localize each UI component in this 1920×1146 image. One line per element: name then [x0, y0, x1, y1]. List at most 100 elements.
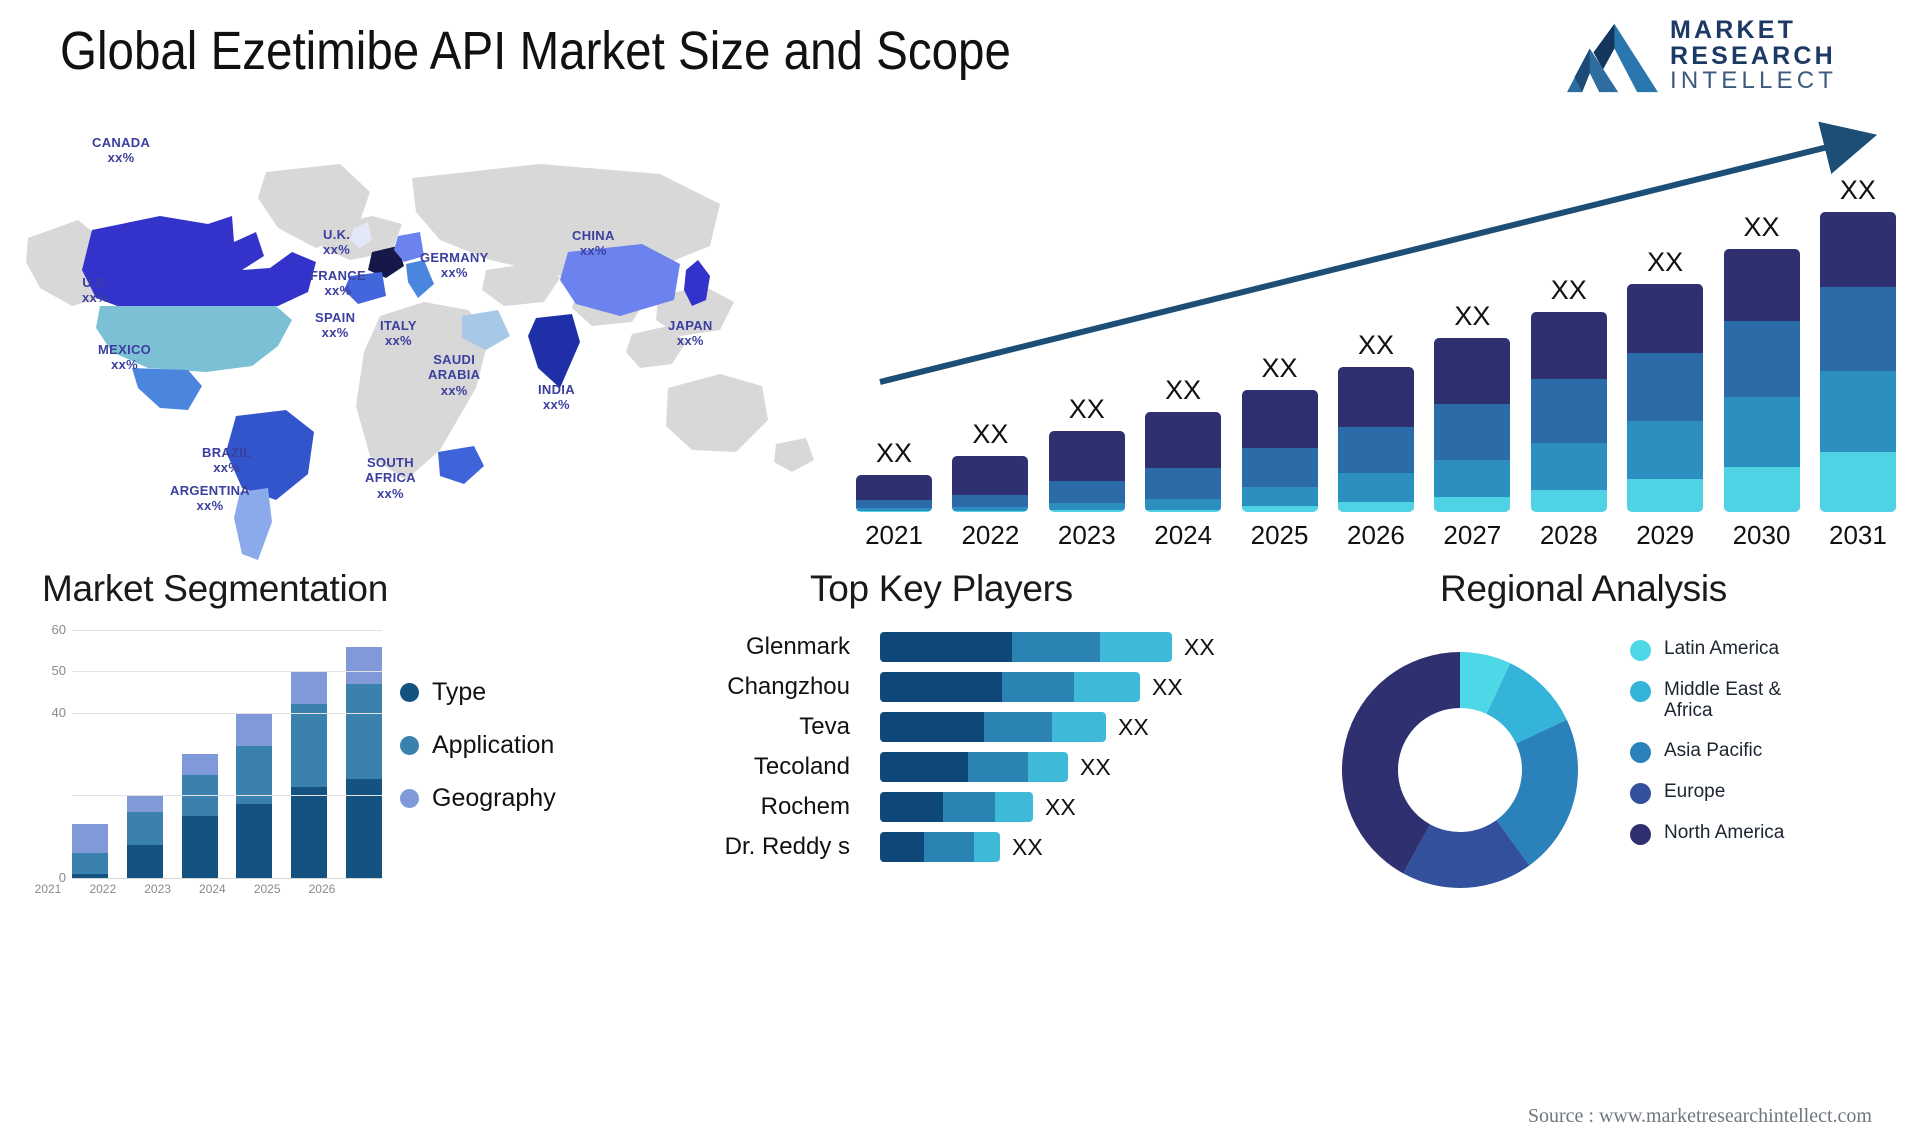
- forecast-bar-value-label: XX: [1647, 246, 1684, 277]
- segmentation-x-tick: 2025: [253, 882, 281, 896]
- forecast-bar-stack: [1048, 430, 1125, 512]
- segmentation-segment-geography: [291, 671, 328, 705]
- logo-line-market: MARKET: [1670, 16, 1797, 44]
- forecast-bar-stack: [1434, 337, 1511, 512]
- top-key-players-title: Top Key Players: [810, 568, 1073, 609]
- forecast-year-label: 2023: [1057, 520, 1116, 550]
- player-bar: [880, 672, 1140, 702]
- forecast-year-label: 2024: [1154, 520, 1213, 550]
- player-bar: [880, 632, 1172, 662]
- player-bar-segment-seg-dark: [880, 792, 943, 822]
- player-value-label: XX: [1118, 713, 1149, 740]
- player-value-label: XX: [1080, 753, 1111, 780]
- player-bar-segment-seg-light: [1028, 752, 1068, 782]
- segmentation-segment-geography: [72, 824, 108, 854]
- player-bar-segment-seg-mid: [984, 712, 1052, 742]
- forecast-bar-segment-segment-3: [1048, 503, 1125, 511]
- segmentation-bar-2022: [126, 630, 163, 878]
- legend-color-dot: [1630, 681, 1651, 702]
- forecast-bar-segment-segment-2: [1723, 321, 1800, 397]
- legend-label: Asia Pacific: [1664, 739, 1763, 761]
- player-bar: [880, 792, 1033, 822]
- segmentation-segment-application: [72, 853, 108, 874]
- forecast-bar-value-label: XX: [1454, 300, 1491, 331]
- segmentation-legend-item-application: Application: [400, 731, 556, 760]
- map-label-india: INDIA xx%: [538, 382, 575, 413]
- legend-color-dot: [400, 789, 419, 808]
- forecast-bar-segment-segment-1-top: [1048, 430, 1125, 482]
- forecast-year-label: 2025: [1250, 520, 1309, 550]
- forecast-bar-stack: [1530, 311, 1607, 512]
- segmentation-segment-type: [236, 803, 273, 878]
- segmentation-segment-geography: [236, 712, 273, 746]
- player-bar-segment-seg-dark: [880, 632, 1012, 662]
- forecast-bar-2025: XX: [1241, 353, 1318, 512]
- world-map-panel: CANADA xx% U.S. xx% MEXICO xx% BRAZIL xx% ARGENT…: [20, 120, 840, 570]
- player-bar-segment-seg-light: [1100, 632, 1172, 662]
- segmentation-bar-2025: [291, 630, 328, 878]
- map-label-japan: JAPAN xx%: [668, 318, 713, 349]
- player-bar-segment-seg-dark: [880, 752, 968, 782]
- map-country-india: [528, 314, 580, 388]
- segmentation-segment-type: [126, 844, 163, 878]
- forecast-bar-segment-segment-2: [1627, 353, 1704, 422]
- segmentation-x-tick: 2026: [308, 882, 336, 896]
- map-label-u-k-: U.K. xx%: [323, 227, 351, 258]
- forecast-bar-segment-segment-3: [1723, 396, 1800, 467]
- forecast-bar-value-label: XX: [1839, 175, 1876, 205]
- regional-donut-chart: [1342, 652, 1578, 888]
- map-label-argentina: ARGENTINA xx%: [170, 483, 250, 514]
- market-forecast-chart: XX XX XX XX XX XX XX XX XX XX XX 2021 2022 2023 2024 2…: [840, 120, 1910, 570]
- player-bar-segment-seg-mid: [968, 752, 1028, 782]
- forecast-bar-stack: [1145, 412, 1222, 512]
- map-label-canada: CANADA xx%: [92, 135, 151, 166]
- forecast-bar-2026: XX: [1337, 330, 1414, 512]
- forecast-bar-segment-segment-2: [952, 494, 1029, 508]
- forecast-bar-segment-segment-4-bottom: [1434, 496, 1511, 512]
- source-attribution: Source : www.marketresearchintellect.com: [1527, 1105, 1872, 1127]
- forecast-bar-value-label: XX: [1743, 211, 1780, 242]
- regional-legend-item-north-america: North America: [1630, 822, 1814, 845]
- forecast-bar-segment-segment-1-top: [1241, 390, 1318, 449]
- segmentation-bar-2021: [72, 630, 108, 878]
- player-bar-segment-seg-mid: [924, 832, 974, 862]
- logo-line-intellect: INTELLECT: [1670, 67, 1838, 94]
- regional-analysis-title: Regional Analysis: [1440, 568, 1727, 609]
- segmentation-segment-application: [345, 683, 382, 779]
- player-name: Rochem: [760, 793, 850, 820]
- segmentation-x-tick: 2024: [199, 882, 226, 896]
- forecast-bar-segment-segment-4-bottom: [1048, 510, 1125, 512]
- player-name: Teva: [799, 713, 850, 740]
- forecast-bar-2024: XX: [1145, 375, 1222, 512]
- forecast-bar-segment-segment-2: [1048, 481, 1125, 504]
- map-label-south-africa: SOUTH AFRICA xx%: [365, 455, 416, 501]
- segmentation-plot-area: 60 50 40 0: [52, 622, 382, 885]
- player-bar: [880, 752, 1068, 782]
- forecast-bar-stack: [952, 455, 1029, 512]
- segmentation-segment-type: [345, 778, 382, 878]
- page-header: Global Ezetimibe API Market Size and Sco…: [0, 0, 1920, 120]
- legend-color-dot: [400, 683, 419, 702]
- forecast-bar-segment-segment-1-top: [1627, 283, 1704, 354]
- forecast-bar-segment-segment-3: [1337, 473, 1414, 503]
- regional-legend-item-middle-east-africa: Middle East & Africa: [1630, 679, 1814, 722]
- forecast-bar-2031: XX: [1819, 175, 1896, 512]
- player-bar-segment-seg-light: [1074, 672, 1140, 702]
- player-name: Tecoland: [753, 753, 850, 780]
- forecast-bar-2027: XX: [1434, 300, 1511, 512]
- player-bar-segment-seg-mid: [943, 792, 995, 822]
- mountain-chevron-logo-icon: [1567, 23, 1658, 93]
- forecast-year-label: 2030: [1732, 520, 1791, 550]
- map-label-france: FRANCE xx%: [310, 268, 366, 299]
- logo-wordmark: MARKET RESEARCH INTELLECT: [1670, 16, 1870, 94]
- segmentation-segment-type: [291, 787, 328, 878]
- forecast-bar-segment-segment-1-top: [856, 475, 932, 501]
- segmentation-x-tick: 2022: [89, 882, 117, 896]
- forecast-bar-value-label: XX: [1550, 274, 1587, 305]
- segmentation-x-tick: 2021: [34, 882, 62, 896]
- forecast-bar-segment-segment-1-top: [1337, 366, 1414, 427]
- regional-legend: Latin America Middle East & Africa Asia Pa…: [1630, 638, 1814, 863]
- forecast-bar-segment-segment-3: [1627, 421, 1704, 480]
- map-country-south-africa: [438, 446, 484, 484]
- segmentation-segment-application: [126, 811, 163, 845]
